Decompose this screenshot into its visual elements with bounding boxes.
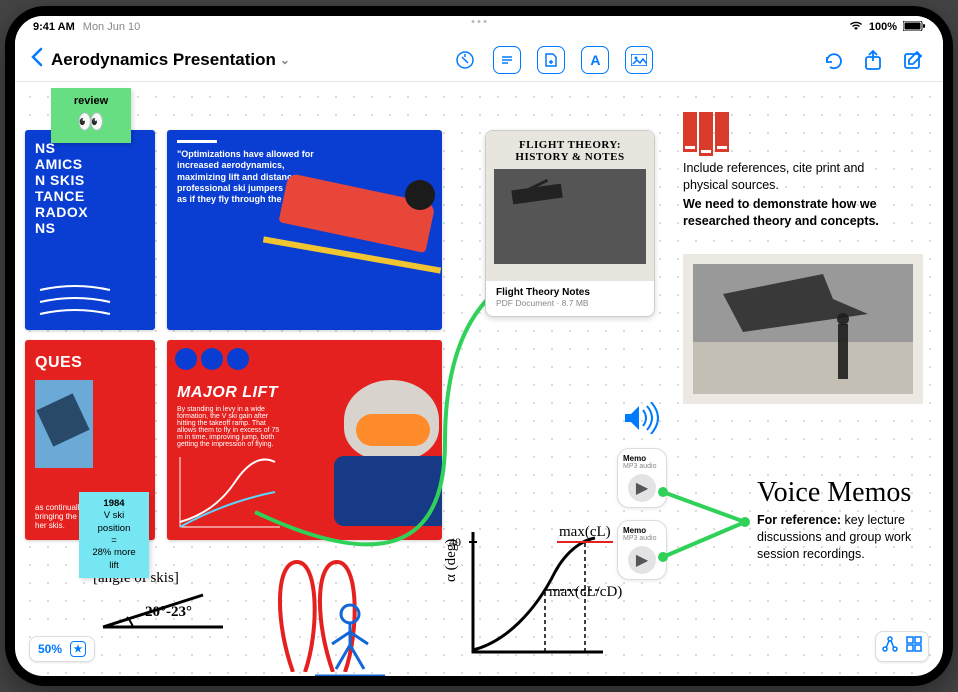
slide-quote-skier[interactable]: "Optimizations have allowed for increase… xyxy=(167,130,442,330)
text-button[interactable]: A xyxy=(581,46,609,74)
zoom-control[interactable]: 50% ★ xyxy=(29,636,95,662)
chart-annotation-maxclcd: max(cL/cD) xyxy=(549,584,622,601)
jumper-photo xyxy=(35,380,93,468)
speaker-icon xyxy=(623,402,659,439)
status-bar: 9:41 AM Mon Jun 10 100% xyxy=(15,16,943,38)
refs-line2: We need to demonstrate how we researched… xyxy=(683,196,883,230)
glider-icon xyxy=(511,184,562,205)
play-icon[interactable]: ▶ xyxy=(628,474,656,502)
sticky-note-button[interactable] xyxy=(493,46,521,74)
compose-button[interactable] xyxy=(901,46,925,74)
favorite-icon[interactable]: ★ xyxy=(70,641,86,657)
lift-coefficient-chart[interactable]: 40 max(cL) max(cL/cD) α (deg) xyxy=(445,522,615,676)
sticky-text: review xyxy=(59,94,123,108)
doc-file-title: Flight Theory Notes xyxy=(496,287,644,298)
battery-percent: 100% xyxy=(869,21,897,33)
media-button[interactable] xyxy=(625,46,653,74)
wifi-icon xyxy=(849,21,863,34)
skier-helmet xyxy=(405,180,435,210)
eyes-emoji: 👀 xyxy=(59,108,123,137)
slide-major-lift-body: By standing in levy in a wide formation,… xyxy=(177,406,287,448)
refs-line1: Include references, cite print and physi… xyxy=(683,161,864,192)
grid-view-icon[interactable] xyxy=(906,636,922,657)
play-icon[interactable]: ▶ xyxy=(628,546,656,574)
undo-button[interactable] xyxy=(821,46,845,74)
chevron-down-icon: ⌄ xyxy=(280,53,290,67)
back-button[interactable] xyxy=(29,47,43,72)
voice-memo-2[interactable]: Memo MP3 audio ▶ xyxy=(617,520,667,580)
freeform-canvas[interactable]: review 👀 NS AMICS N SKIS TANCE RADOX NS xyxy=(15,82,943,676)
books-illustration xyxy=(683,112,729,156)
doodle-skier-blue xyxy=(305,602,395,676)
zoom-value: 50% xyxy=(38,642,62,656)
doc-cover-subtitle: HISTORY & NOTES xyxy=(494,151,646,163)
document-flight-theory[interactable]: FLIGHT THEORY: HISTORY & NOTES Flight Th… xyxy=(485,130,655,317)
ski-variants-icons xyxy=(175,348,249,370)
battery-icon xyxy=(903,21,925,34)
slide-ques-title: QUES xyxy=(35,354,145,372)
multitask-indicator[interactable] xyxy=(472,20,487,23)
chart-ylabel: α (deg) xyxy=(443,539,460,582)
voice-heading: Voice Memos xyxy=(757,474,927,512)
status-time: 9:41 AM xyxy=(33,21,75,33)
historic-glider-photo[interactable] xyxy=(683,254,923,404)
slide-aerodynamics-paradox[interactable]: NS AMICS N SKIS TANCE RADOX NS xyxy=(25,130,155,330)
references-note[interactable]: Include references, cite print and physi… xyxy=(683,160,883,230)
screen: 9:41 AM Mon Jun 10 100% Aerodynamics Pre… xyxy=(15,16,943,676)
doc-cover-title: FLIGHT THEORY: xyxy=(494,139,646,151)
ipad-device-frame: 9:41 AM Mon Jun 10 100% Aerodynamics Pre… xyxy=(5,6,953,686)
graph-view-icon[interactable] xyxy=(882,636,898,657)
voice-memos-note[interactable]: Voice Memos For reference: key lecture d… xyxy=(757,474,927,562)
chart-annotation-maxcl: max(cL) xyxy=(557,524,613,543)
angle-value: 20°-23° xyxy=(145,604,192,621)
voice-memo-1[interactable]: Memo MP3 audio ▶ xyxy=(617,448,667,508)
slide-major-lift[interactable]: MAJOR LIFT By standing in levy in a wide… xyxy=(167,340,442,540)
app-toolbar: Aerodynamics Presentation ⌄ A xyxy=(15,38,943,82)
view-controls[interactable] xyxy=(875,631,929,662)
pen-tool-button[interactable] xyxy=(453,46,477,74)
airflow-icon xyxy=(35,282,115,322)
angle-sketch[interactable]: [angle of skis] 20°-23° xyxy=(93,570,233,642)
voice-lead: For reference: xyxy=(757,513,841,527)
lift-chart-icon xyxy=(175,452,285,532)
doc-file-meta: PDF Document · 8.7 MB xyxy=(496,298,644,308)
skier-closeup xyxy=(314,370,442,530)
status-date: Mon Jun 10 xyxy=(83,21,140,33)
add-file-button[interactable] xyxy=(537,46,565,74)
share-button[interactable] xyxy=(861,46,885,74)
board-title-text: Aerodynamics Presentation xyxy=(51,50,276,70)
board-title[interactable]: Aerodynamics Presentation ⌄ xyxy=(51,50,290,70)
sticky-note-1984[interactable]: 1984 V ski position = 28% more lift xyxy=(79,492,149,578)
sticky-note-review[interactable]: review 👀 xyxy=(51,88,131,143)
